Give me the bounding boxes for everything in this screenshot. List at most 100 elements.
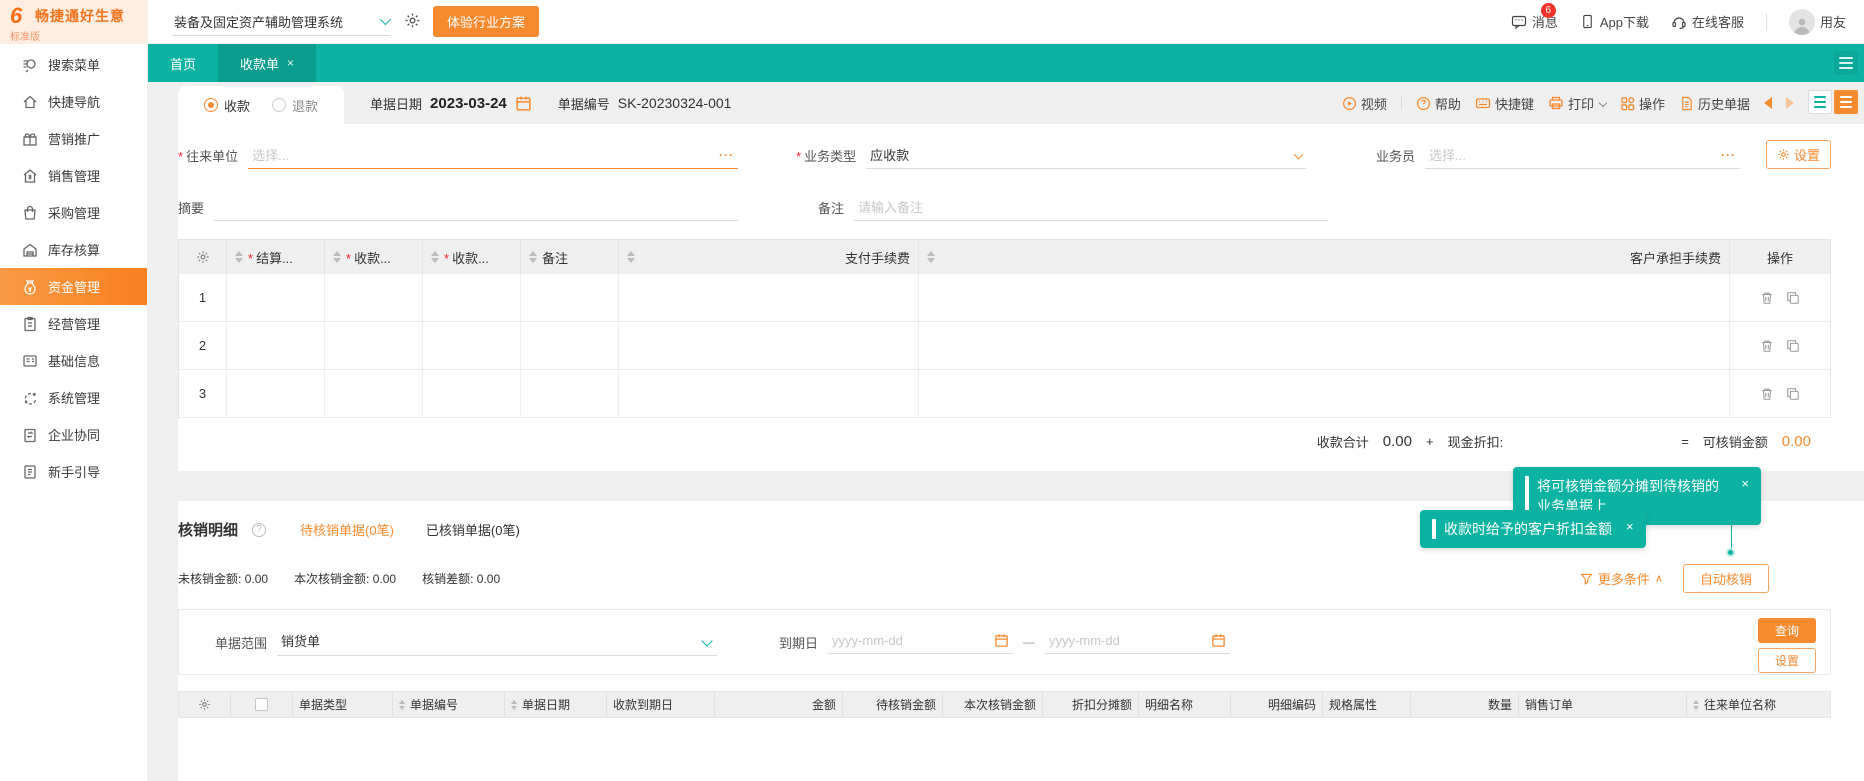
cell[interactable] — [423, 322, 521, 369]
cell[interactable] — [227, 274, 325, 321]
copy-row-icon[interactable] — [1786, 339, 1800, 353]
col-header-receipt-amount[interactable]: 收款... — [423, 240, 521, 274]
remark-input[interactable]: 请输入备注 — [854, 195, 1328, 221]
cell[interactable] — [325, 370, 423, 417]
help-icon[interactable]: ? — [252, 522, 267, 537]
sort-icon[interactable] — [399, 699, 405, 710]
cell[interactable] — [919, 322, 1730, 369]
col-due-date[interactable]: 收款到期日 — [607, 692, 715, 717]
online-service-button[interactable]: 在线客服 — [1671, 12, 1744, 31]
col-header-payment-fee[interactable]: 支付手续费 — [619, 240, 919, 274]
cell[interactable] — [521, 274, 619, 321]
close-icon[interactable]: × — [1741, 476, 1749, 491]
column-settings-button[interactable] — [179, 240, 227, 274]
operations-button[interactable]: 操作 — [1620, 94, 1665, 113]
cell[interactable] — [521, 370, 619, 417]
tab-receipt-doc[interactable]: 收款单 × — [218, 44, 317, 82]
sidebar-item-inventory[interactable]: 库存核算 — [0, 231, 147, 268]
column-settings-button[interactable] — [179, 692, 231, 717]
col-doc-type[interactable]: 单据类型 — [293, 692, 393, 717]
video-button[interactable]: 视频 — [1342, 94, 1387, 113]
cell[interactable] — [619, 370, 919, 417]
calendar-icon[interactable] — [515, 95, 532, 112]
auto-writeoff-button[interactable]: 自动核销 — [1682, 564, 1769, 593]
col-doc-no[interactable]: 单据编号 — [393, 692, 505, 717]
select-all-checkbox[interactable] — [255, 698, 268, 711]
list-view-button[interactable] — [1808, 90, 1832, 114]
history-docs-button[interactable]: 历史单据 — [1679, 94, 1750, 113]
messages-button[interactable]: 消息 6 — [1511, 3, 1558, 31]
cell[interactable] — [325, 322, 423, 369]
col-header-remark[interactable]: 备注 — [521, 240, 619, 274]
cell[interactable] — [423, 274, 521, 321]
col-header-customer-fee[interactable]: 客户承担手续费 — [919, 240, 1730, 274]
filter-settings-button[interactable]: 设置 — [1757, 648, 1816, 673]
sidebar-item-operations[interactable]: 经营管理 — [0, 305, 147, 342]
table-row[interactable]: 2 — [179, 322, 1830, 370]
radio-receipt[interactable]: 收款 — [204, 96, 250, 115]
more-icon[interactable]: ··· — [719, 148, 734, 162]
sidebar-item-collaboration[interactable]: 企业协同 — [0, 416, 147, 453]
sort-icon[interactable] — [627, 251, 635, 263]
tab-pending-docs[interactable]: 待核销单据(0笔) — [300, 520, 394, 539]
gear-icon[interactable] — [404, 12, 421, 32]
app-download-button[interactable]: App下载 — [1580, 12, 1649, 31]
copy-row-icon[interactable] — [1786, 387, 1800, 401]
cell[interactable] — [325, 274, 423, 321]
sidebar-item-funds[interactable]: 资金管理 — [0, 268, 147, 305]
col-current-amount[interactable]: 本次核销金额 — [943, 692, 1043, 717]
summary-input[interactable] — [214, 199, 738, 221]
col-quantity[interactable]: 数量 — [1411, 692, 1519, 717]
sort-icon[interactable] — [1693, 699, 1699, 710]
col-sales-order[interactable]: 销售订单 — [1519, 692, 1687, 717]
col-amount[interactable]: 金额 — [715, 692, 843, 717]
copy-row-icon[interactable] — [1786, 291, 1800, 305]
system-select[interactable]: 装备及固定资产辅助管理系统 — [172, 8, 392, 36]
query-button[interactable]: 查询 — [1757, 618, 1816, 643]
trial-solution-button[interactable]: 体验行业方案 — [433, 6, 540, 37]
doc-range-select[interactable]: 销货单 — [277, 628, 718, 656]
col-detail-code[interactable]: 明细编码 — [1231, 692, 1323, 717]
card-view-button[interactable] — [1834, 90, 1858, 114]
close-icon[interactable]: × — [1626, 519, 1634, 534]
cell[interactable] — [619, 274, 919, 321]
sidebar-item-search-menu[interactable]: 搜索菜单 — [0, 46, 147, 83]
due-date-from-input[interactable]: yyyy-mm-dd — [828, 630, 1014, 654]
delete-row-icon[interactable] — [1760, 387, 1774, 401]
sort-icon[interactable] — [529, 251, 537, 263]
sort-icon[interactable] — [235, 251, 243, 263]
prev-arrow-button[interactable] — [1764, 97, 1772, 109]
sidebar-item-sales[interactable]: 销售管理 — [0, 157, 147, 194]
doc-date-value[interactable]: 2023-03-24 — [430, 95, 507, 112]
sidebar-item-marketing[interactable]: 营销推广 — [0, 120, 147, 157]
sidebar-item-system[interactable]: 系统管理 — [0, 379, 147, 416]
next-arrow-button[interactable] — [1786, 97, 1794, 109]
help-button[interactable]: 帮助 — [1416, 94, 1461, 113]
calendar-icon[interactable] — [1211, 633, 1226, 648]
hotkeys-button[interactable]: 快捷键 — [1475, 94, 1534, 113]
sidebar-item-base-info[interactable]: 基础信息 — [0, 342, 147, 379]
col-doc-date[interactable]: 单据日期 — [505, 692, 607, 717]
more-icon[interactable]: ··· — [1721, 148, 1736, 162]
tab-home[interactable]: 首页 — [148, 44, 218, 82]
table-row[interactable]: 1 — [179, 274, 1830, 322]
col-detail-name[interactable]: 明细名称 — [1139, 692, 1231, 717]
col-discount-share[interactable]: 折扣分摊额 — [1043, 692, 1139, 717]
form-settings-button[interactable]: 设置 — [1765, 140, 1831, 169]
radio-refund[interactable]: 退款 — [272, 96, 318, 115]
table-row[interactable]: 3 — [179, 370, 1830, 418]
sort-icon[interactable] — [431, 251, 439, 263]
sort-icon[interactable] — [927, 251, 935, 263]
tab-writtenoff-docs[interactable]: 已核销单据(0笔) — [426, 520, 520, 539]
biz-type-select[interactable]: 应收款 — [866, 143, 1306, 169]
sidebar-item-quick-nav[interactable]: 快捷导航 — [0, 83, 147, 120]
tab-list-button[interactable] — [1834, 51, 1858, 75]
partner-input[interactable]: 选择... ··· — [248, 143, 738, 169]
cell[interactable] — [521, 322, 619, 369]
cell[interactable] — [919, 274, 1730, 321]
cell[interactable] — [423, 370, 521, 417]
calendar-icon[interactable] — [994, 633, 1009, 648]
col-header-receipt-account[interactable]: 收款... — [325, 240, 423, 274]
col-header-settlement[interactable]: 结算... — [227, 240, 325, 274]
tab-close-icon[interactable]: × — [287, 56, 294, 70]
